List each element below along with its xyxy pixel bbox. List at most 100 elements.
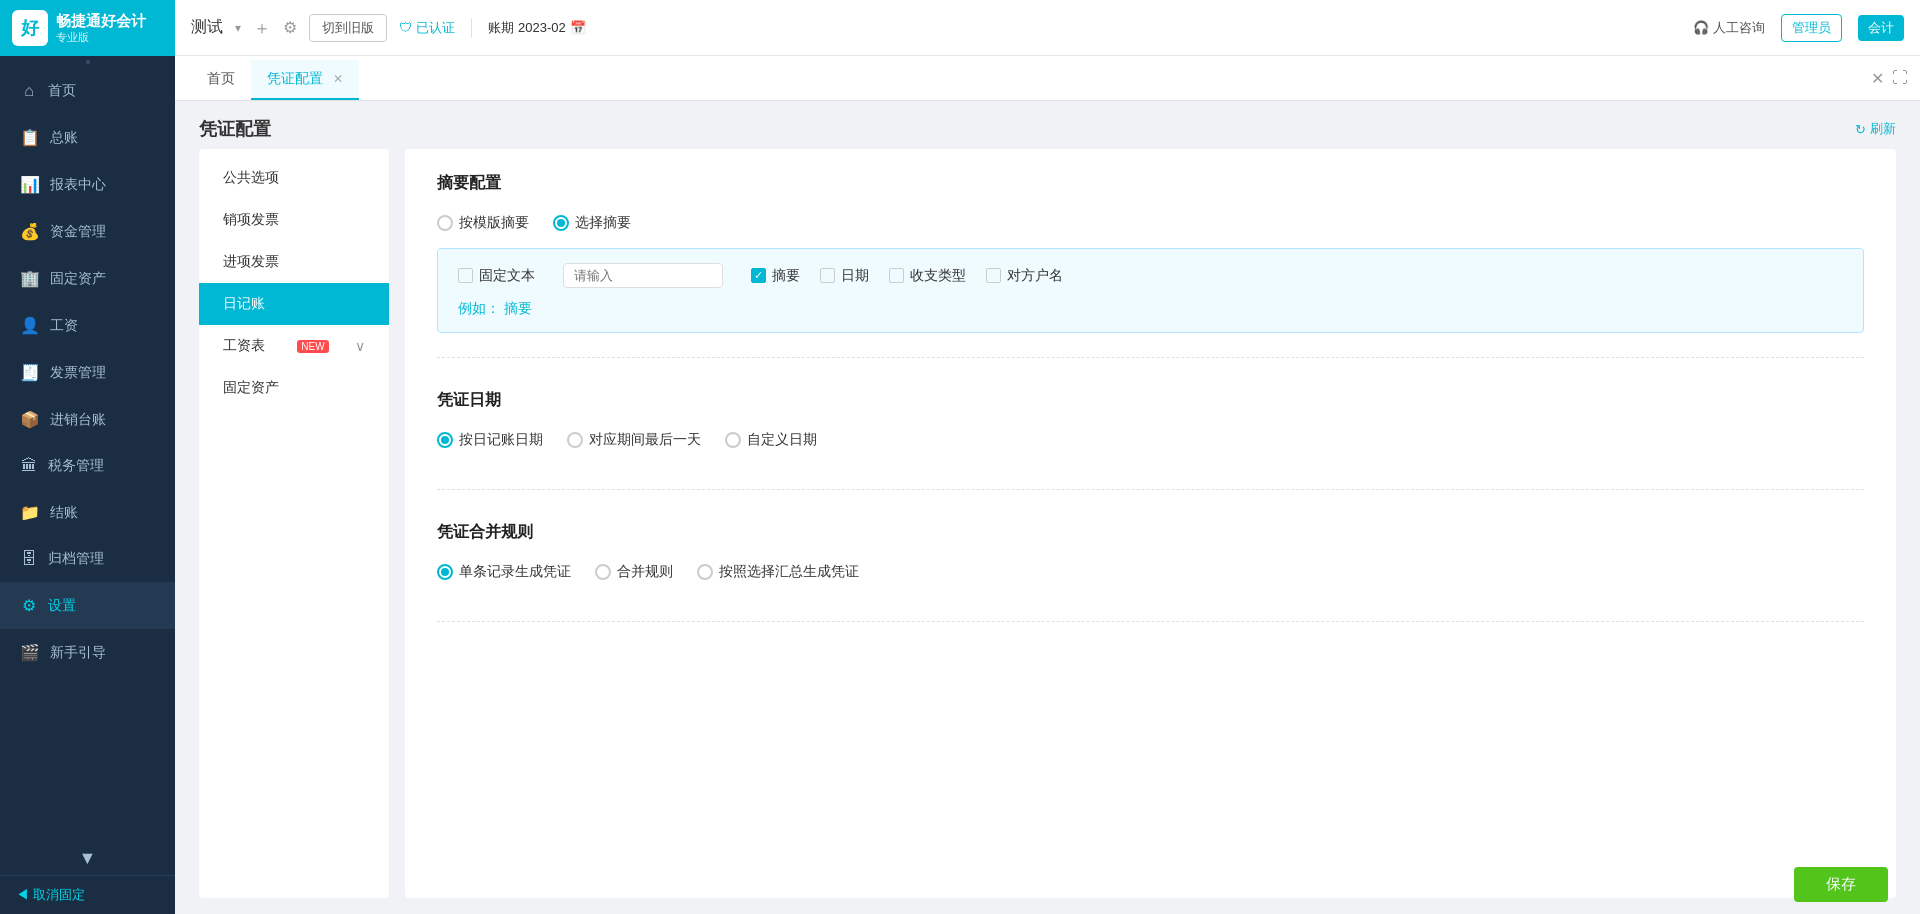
- topbar-gear-button[interactable]: ⚙: [283, 18, 297, 37]
- content-wrapper: 凭证配置 ↻ 刷新 公共选项 销项发票 进项发票: [175, 101, 1920, 914]
- merge-radio-single[interactable]: 单条记录生成凭证: [437, 563, 571, 581]
- sidebar-label-ledger: 总账: [50, 129, 78, 147]
- left-nav-purchase-label: 进项发票: [223, 253, 279, 269]
- merge-title: 凭证合并规则: [437, 522, 1864, 543]
- sidebar-item-home[interactable]: ⌂首页: [0, 68, 175, 114]
- radio-journal-label: 按日记账日期: [459, 431, 543, 449]
- radio-template-label: 按模版摘要: [459, 214, 529, 232]
- sidebar-item-payroll[interactable]: 👤工资: [0, 302, 175, 349]
- radio-merge-select-label: 按照选择汇总生成凭证: [719, 563, 859, 581]
- spacer: [437, 654, 1864, 714]
- summary-radio-select[interactable]: 选择摘要: [553, 214, 631, 232]
- user-button[interactable]: 管理员: [1781, 14, 1842, 42]
- sidebar-item-tax[interactable]: 🏛税务管理: [0, 443, 175, 489]
- checkbox-abstract-indicator: [751, 268, 766, 283]
- service-icon: 🎧: [1693, 20, 1709, 35]
- sidebar-item-ledger[interactable]: 📋总账: [0, 114, 175, 161]
- sidebar-item-guide[interactable]: 🎬 新手引导: [0, 629, 175, 676]
- customer-service-button[interactable]: 🎧 人工咨询: [1693, 19, 1765, 37]
- sidebar-item-settings[interactable]: ⚙设置: [0, 582, 175, 629]
- checkbox-counterpart-indicator: [986, 268, 1001, 283]
- left-nav-public-label: 公共选项: [223, 169, 279, 185]
- sidebar-icon-trade: 📦: [20, 410, 40, 429]
- date-radio-custom[interactable]: 自定义日期: [725, 431, 817, 449]
- checkbox-abstract[interactable]: 摘要: [751, 267, 800, 285]
- sidebar-item-cashflow[interactable]: 💰 资金管理: [0, 208, 175, 255]
- tab-voucher-config[interactable]: 凭证配置 ✕: [251, 60, 359, 100]
- merge-radio-select[interactable]: 按照选择汇总生成凭证: [697, 563, 859, 581]
- checkbox-date-indicator: [820, 268, 835, 283]
- refresh-button[interactable]: ↻ 刷新: [1855, 120, 1896, 138]
- window-controls: ✕ ⛶: [1859, 56, 1920, 100]
- checkbox-income-indicator: [889, 268, 904, 283]
- radio-custom-indicator: [725, 432, 741, 448]
- example-prefix: 例如：: [458, 300, 500, 316]
- sidebar-item-settlement[interactable]: 📁结账: [0, 489, 175, 536]
- save-bar: 保存: [175, 855, 1920, 914]
- left-nav-payroll-label: 工资表: [223, 337, 265, 355]
- content-body: 公共选项 销项发票 进项发票 日记账 工资表 NEW ∨: [175, 149, 1920, 914]
- date-radio-group: 按日记账日期 对应期间最后一天 自定义日期: [437, 431, 1864, 449]
- sidebar-label-cashflow: 资金管理: [50, 223, 106, 241]
- left-nav-purchase-invoice[interactable]: 进项发票: [199, 241, 389, 283]
- save-button[interactable]: 保存: [1794, 867, 1888, 902]
- sidebar-icon-home: ⌂: [20, 82, 38, 100]
- tab-home[interactable]: 首页: [191, 60, 251, 100]
- summary-radio-template[interactable]: 按模版摘要: [437, 214, 529, 232]
- window-close-button[interactable]: ✕: [1871, 69, 1884, 88]
- sidebar-nav: ⌂首页📋总账📊报表中心 💰 资金管理 🏢固定资产👤工资 🧾 发票管理 📦 进销台账 🏛税务管理📁…: [0, 68, 175, 842]
- sidebar-item-invoice[interactable]: 🧾 发票管理: [0, 349, 175, 396]
- period-display: 账期 2023-02 📅: [488, 19, 586, 37]
- merge-radio-rule[interactable]: 合并规则: [595, 563, 673, 581]
- cancel-pin-button[interactable]: ◀ 取消固定: [0, 875, 175, 914]
- page-header: 凭证配置 ↻ 刷新: [175, 101, 1920, 149]
- sidebar-label-invoice: 发票管理: [50, 364, 106, 382]
- sidebar-item-trade[interactable]: 📦 进销台账: [0, 396, 175, 443]
- period-calendar-icon[interactable]: 📅: [570, 20, 586, 35]
- service-label: 人工咨询: [1713, 19, 1765, 37]
- sidebar-icon-archive: 🗄: [20, 550, 38, 568]
- role-button[interactable]: 会计: [1858, 15, 1904, 41]
- sidebar-label-trade: 进销台账: [50, 411, 106, 429]
- switch-version-button[interactable]: 切到旧版: [309, 14, 387, 42]
- sidebar-icon-cashflow: 💰: [20, 222, 40, 241]
- left-nav-public[interactable]: 公共选项: [199, 157, 389, 199]
- left-nav-fixed-assets[interactable]: 固定资产: [199, 367, 389, 409]
- sidebar-icon-guide: 🎬: [20, 643, 40, 662]
- new-badge: NEW: [297, 340, 328, 353]
- checkbox-date[interactable]: 日期: [820, 267, 869, 285]
- right-panel: 摘要配置 按模版摘要 选择摘要: [405, 149, 1896, 898]
- sidebar-icon-payroll: 👤: [20, 316, 40, 335]
- checkbox-counterpart[interactable]: 对方户名: [986, 267, 1063, 285]
- date-title: 凭证日期: [437, 390, 1864, 411]
- main-area: 测试 ▾ ＋ ⚙ 切到旧版 🛡 已认证 账期 2023-02 📅 🎧 人工咨询 …: [175, 0, 1920, 914]
- checkbox-income-type[interactable]: 收支类型: [889, 267, 966, 285]
- radio-select-indicator: [553, 215, 569, 231]
- sidebar-item-reports[interactable]: 📊报表中心: [0, 161, 175, 208]
- sidebar-item-archive[interactable]: 🗄归档管理: [0, 536, 175, 582]
- refresh-label: 刷新: [1870, 120, 1896, 138]
- sidebar-icon-invoice: 🧾: [20, 363, 40, 382]
- tab-area: 首页 凭证配置 ✕ ✕ ⛶: [175, 56, 1920, 101]
- radio-single-label: 单条记录生成凭证: [459, 563, 571, 581]
- sidebar-label-guide: 新手引导: [50, 644, 106, 662]
- date-radio-period-last[interactable]: 对应期间最后一天: [567, 431, 701, 449]
- sidebar-item-assets[interactable]: 🏢固定资产: [0, 255, 175, 302]
- left-nav-sales-invoice[interactable]: 销项发票: [199, 199, 389, 241]
- sidebar-label-tax: 税务管理: [48, 457, 104, 475]
- topbar-dropdown-icon[interactable]: ▾: [235, 21, 241, 35]
- topbar-add-button[interactable]: ＋: [253, 16, 271, 40]
- topbar-right: 🎧 人工咨询 管理员 会计: [1693, 14, 1904, 42]
- left-nav-payroll[interactable]: 工资表 NEW ∨: [199, 325, 389, 367]
- verified-badge: 🛡 已认证: [399, 19, 455, 37]
- refresh-icon: ↻: [1855, 122, 1866, 137]
- window-expand-button[interactable]: ⛶: [1892, 69, 1908, 87]
- fixed-text-input[interactable]: [563, 263, 723, 288]
- checkbox-fixed-text[interactable]: 固定文本: [458, 267, 535, 285]
- tab-close-icon[interactable]: ✕: [333, 72, 343, 86]
- sidebar-label-settlement: 结账: [50, 504, 78, 522]
- left-nav-journal[interactable]: 日记账: [199, 283, 389, 325]
- summary-radio-group: 按模版摘要 选择摘要: [437, 214, 1864, 232]
- date-radio-journal[interactable]: 按日记账日期: [437, 431, 543, 449]
- period-label: 账期: [488, 19, 514, 37]
